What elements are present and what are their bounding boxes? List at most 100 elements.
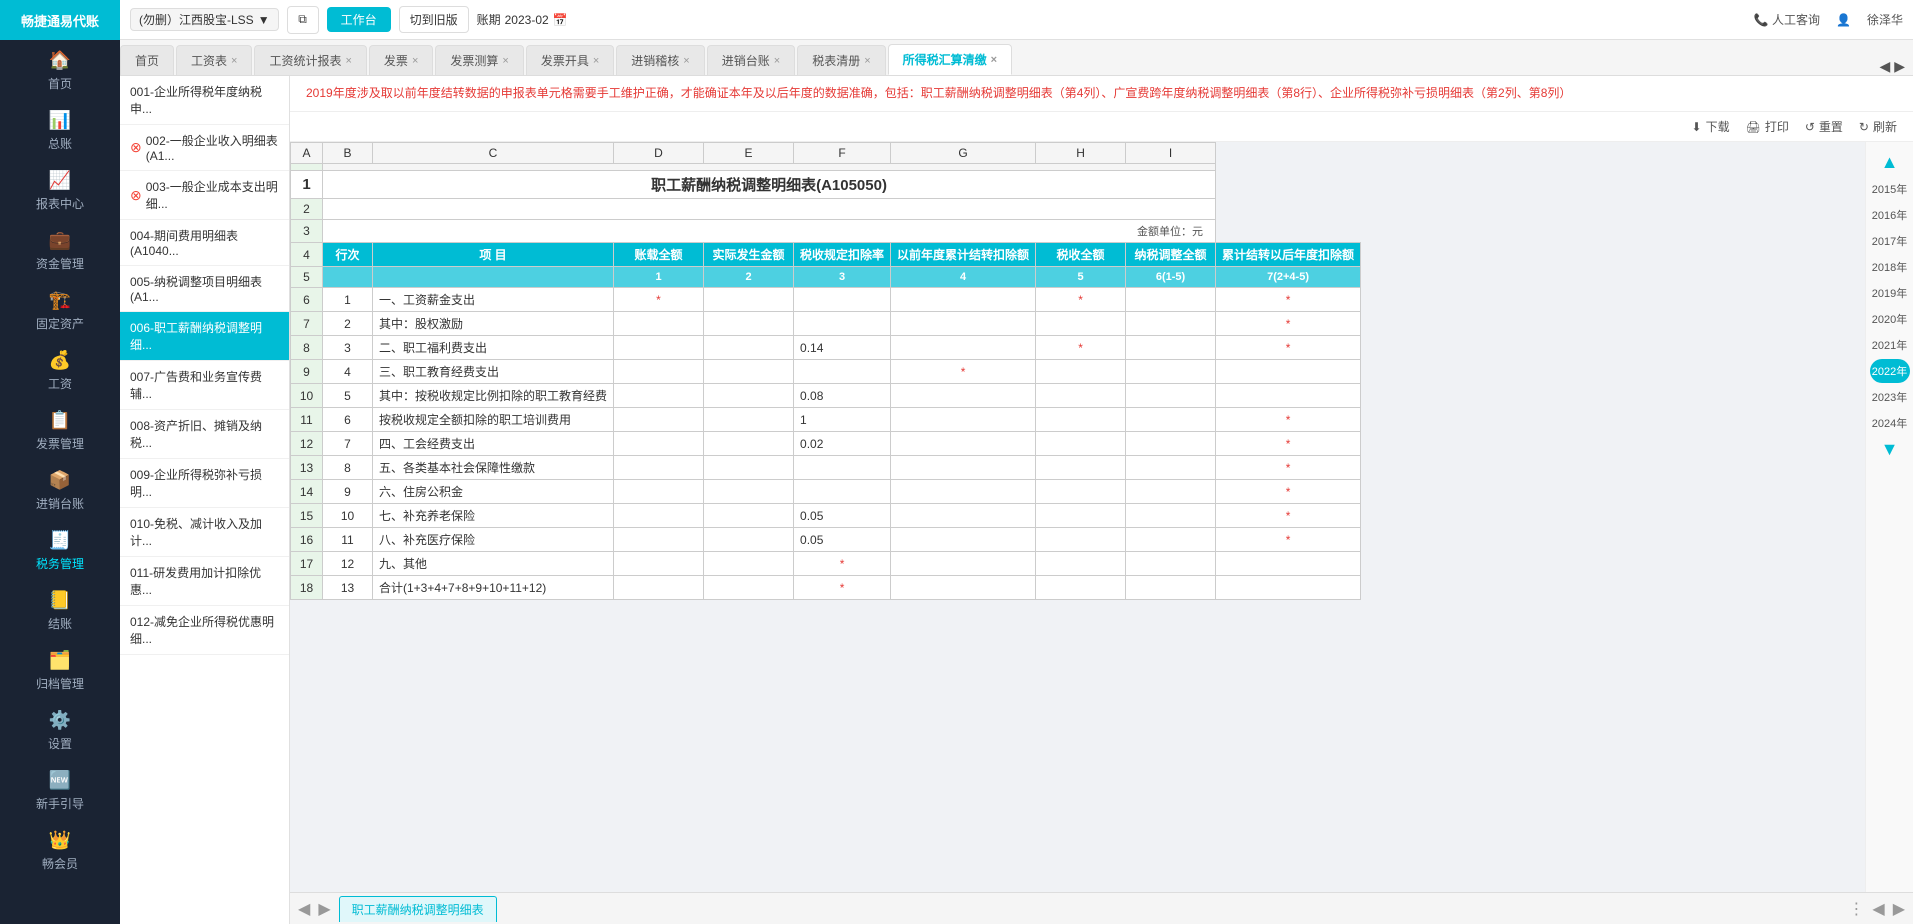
row-14-item[interactable]: 六、住房公积金 [373,480,614,504]
download-button[interactable]: ⬇ 下载 [1692,118,1730,135]
row-6-c3[interactable] [794,288,891,312]
row-12-c1[interactable] [614,432,704,456]
row-17-c1[interactable] [614,552,704,576]
customer-service-btn[interactable]: 📞 人工客询 [1754,11,1820,28]
row-14-c7[interactable]: * [1216,480,1361,504]
row-11-c6[interactable] [1126,408,1216,432]
row-13-c5[interactable] [1036,456,1126,480]
row-15-c4[interactable] [891,504,1036,528]
row-13-c4[interactable] [891,456,1036,480]
row-18-c4[interactable] [891,576,1036,600]
row-12-c2[interactable] [704,432,794,456]
row-9-c7[interactable] [1216,360,1361,384]
row-9-c3[interactable] [794,360,891,384]
tab-income-tax-close[interactable]: × [991,54,997,66]
row-11-c1[interactable] [614,408,704,432]
sidebar-item-ledger[interactable]: 📊 总账 [0,100,120,160]
row-7-c7[interactable]: * [1216,312,1361,336]
tab-stock-ledger-close[interactable]: × [774,55,780,67]
row-18-c7[interactable] [1216,576,1361,600]
row-11-c5[interactable] [1036,408,1126,432]
year-2016[interactable]: 2016年 [1870,203,1910,227]
sidebar-item-vip[interactable]: 👑 畅会员 [0,820,120,880]
row-13-item[interactable]: 五、各类基本社会保障性缴款 [373,456,614,480]
row-18-c6[interactable] [1126,576,1216,600]
sidebar-item-funds[interactable]: 💼 资金管理 [0,220,120,280]
row-15-c5[interactable] [1036,504,1126,528]
sidebar-item-stockledger[interactable]: 📦 进销台账 [0,460,120,520]
row-7-c4[interactable] [891,312,1036,336]
row-15-seq[interactable]: 10 [323,504,373,528]
row-9-c1[interactable] [614,360,704,384]
row-13-c2[interactable] [704,456,794,480]
tab-next-icon[interactable]: ▶ [1894,58,1905,75]
row-12-c3[interactable]: 0.02 [794,432,891,456]
sidebar-item-guide[interactable]: 🆕 新手引导 [0,760,120,820]
sidebar-item-archive[interactable]: 🗂️ 归档管理 [0,640,120,700]
sheet-options-icon[interactable]: ⋮ [1848,899,1864,919]
year-2017[interactable]: 2017年 [1870,229,1910,253]
tab-invoice-issue-close[interactable]: × [593,55,599,67]
row-9-c4[interactable]: * [891,360,1036,384]
tab-prev-icon[interactable]: ◀ [1879,58,1890,75]
row-10-c3[interactable]: 0.08 [794,384,891,408]
row-18-c2[interactable] [704,576,794,600]
row-14-c6[interactable] [1126,480,1216,504]
tab-invoice-calc[interactable]: 发票测算 × [435,45,523,75]
tab-invoice[interactable]: 发票 × [369,45,433,75]
row-7-c3[interactable] [794,312,891,336]
row-17-c6[interactable] [1126,552,1216,576]
row-10-c4[interactable] [891,384,1036,408]
row-10-item[interactable]: 其中：按税收规定比例扣除的职工教育经费 [373,384,614,408]
row-12-c5[interactable] [1036,432,1126,456]
sidebar-item-home[interactable]: 🏠 首页 [0,40,120,100]
row-13-c7[interactable]: * [1216,456,1361,480]
row-13-seq[interactable]: 8 [323,456,373,480]
left-item-010[interactable]: 010-免税、减计收入及加计... [120,508,289,557]
tab-salary-report[interactable]: 工资统计报表 × [254,45,366,75]
tab-salary-report-close[interactable]: × [345,55,351,67]
left-item-001[interactable]: 001-企业所得税年度纳税申... [120,76,289,125]
tab-salary-close[interactable]: × [231,55,237,67]
row-9-seq[interactable]: 4 [323,360,373,384]
sidebar-item-invoice[interactable]: 📋 发票管理 [0,400,120,460]
sidebar-item-close[interactable]: 📒 结账 [0,580,120,640]
year-2018[interactable]: 2018年 [1870,255,1910,279]
row-16-c4[interactable] [891,528,1036,552]
row-7-seq[interactable]: 2 [323,312,373,336]
row-17-c4[interactable] [891,552,1036,576]
year-2020[interactable]: 2020年 [1870,307,1910,331]
sidebar-item-tax[interactable]: 🧾 税务管理 [0,520,120,580]
row-16-c2[interactable] [704,528,794,552]
row-12-c7[interactable]: * [1216,432,1361,456]
row-6-c4[interactable] [891,288,1036,312]
left-item-008[interactable]: 008-资产折旧、摊销及纳税... [120,410,289,459]
row-12-c4[interactable] [891,432,1036,456]
row-16-c3[interactable]: 0.05 [794,528,891,552]
row-6-c2[interactable] [704,288,794,312]
row-9-c6[interactable] [1126,360,1216,384]
row-10-c2[interactable] [704,384,794,408]
row-8-c4[interactable] [891,336,1036,360]
company-selector[interactable]: (勿删）江西股宝-LSS ▼ [130,8,279,31]
left-item-003[interactable]: ⊗ 003-一般企业成本支出明细... [120,171,289,220]
year-2019[interactable]: 2019年 [1870,281,1910,305]
row-6-c6[interactable] [1126,288,1216,312]
tab-home[interactable]: 首页 [120,45,174,75]
tab-tax-book[interactable]: 税表清册 × [797,45,885,75]
row-7-c6[interactable] [1126,312,1216,336]
tab-invoice-close[interactable]: × [412,55,418,67]
row-16-c1[interactable] [614,528,704,552]
row-11-item[interactable]: 按税收规定全额扣除的职工培训费用 [373,408,614,432]
row-7-item[interactable]: 其中：股权激励 [373,312,614,336]
tab-salary[interactable]: 工资表 × [176,45,252,75]
left-item-005[interactable]: 005-纳税调整项目明细表(A1... [120,266,289,312]
row-17-c2[interactable] [704,552,794,576]
tab-stock-audit[interactable]: 进销稽核 × [616,45,704,75]
year-2022[interactable]: 2022年 [1870,359,1910,383]
row-17-item[interactable]: 九、其他 [373,552,614,576]
row-6-item[interactable]: 一、工资薪金支出 [373,288,614,312]
tab-invoice-issue[interactable]: 发票开具 × [526,45,614,75]
row-6-c5[interactable]: * [1036,288,1126,312]
left-item-009[interactable]: 009-企业所得税弥补亏损明... [120,459,289,508]
